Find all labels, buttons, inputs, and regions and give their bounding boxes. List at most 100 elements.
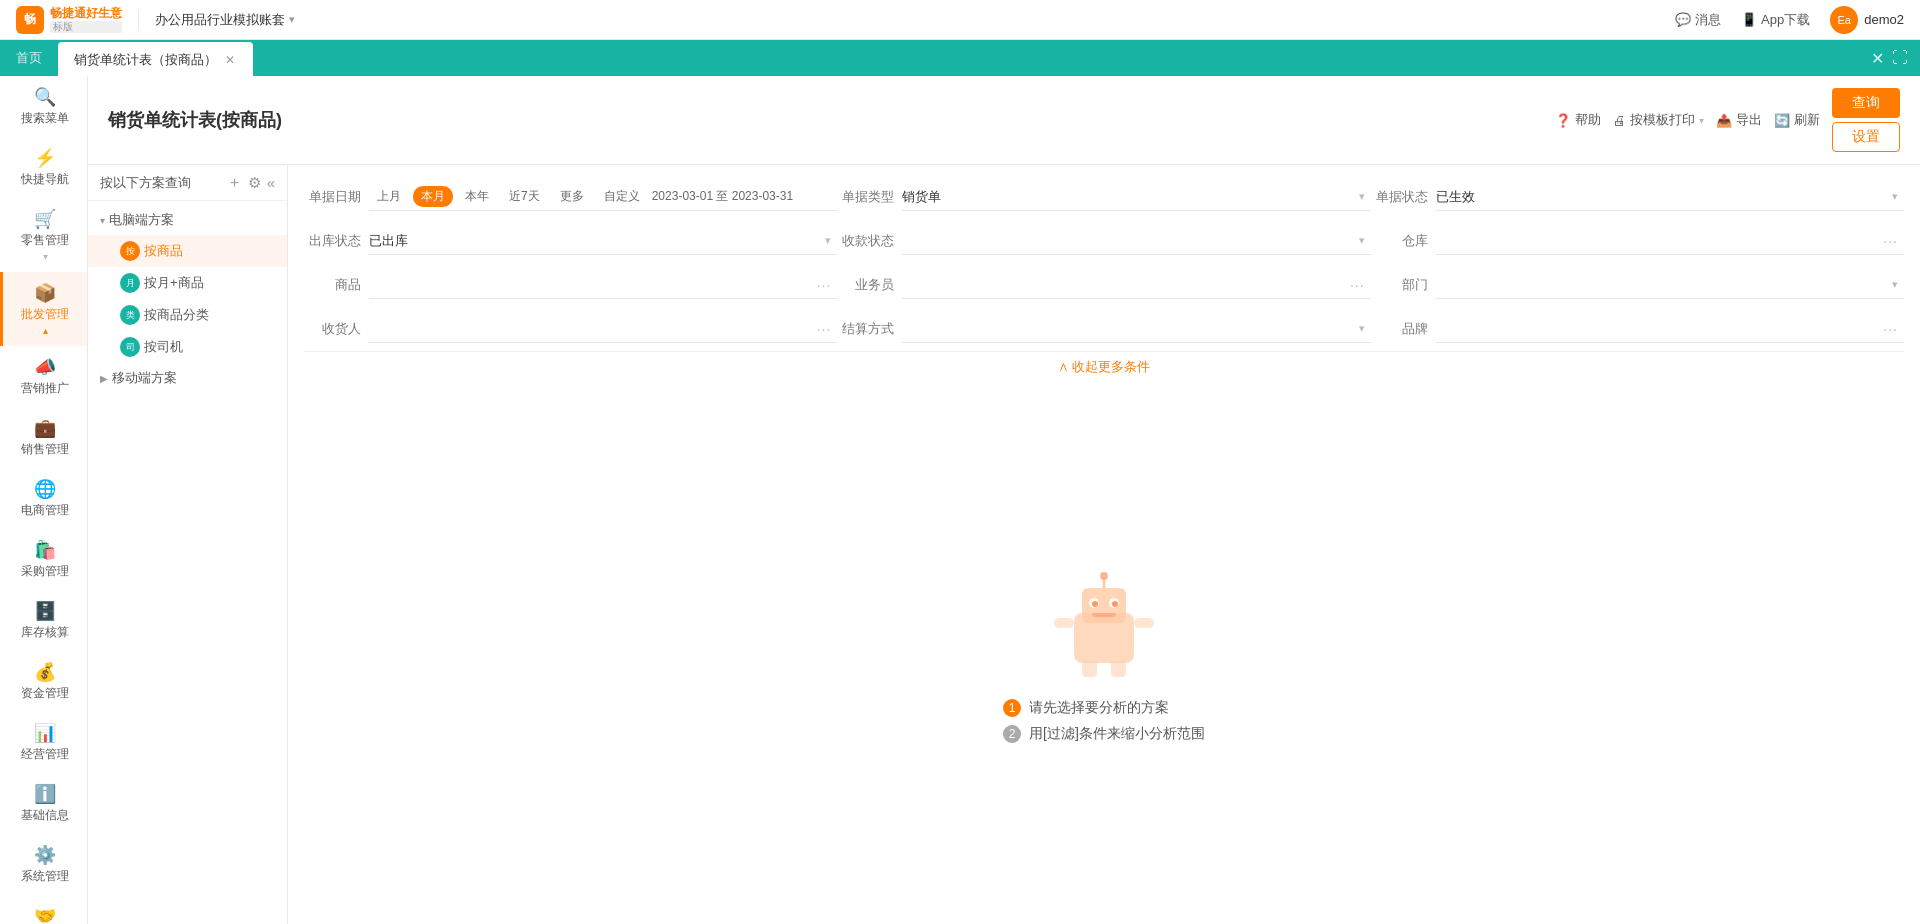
tip-num-1: 1 bbox=[1003, 699, 1021, 717]
filter-row-4: 收货人 ··· 结算方式 ▾ bbox=[304, 307, 1904, 351]
marketing-icon: 📣 bbox=[34, 356, 56, 378]
dept-cell: 部门 ▾ bbox=[1371, 263, 1904, 307]
dept-arrow-icon: ▾ bbox=[1892, 278, 1898, 291]
export-btn[interactable]: 📤 导出 bbox=[1716, 111, 1762, 129]
tree-item-by-month-product[interactable]: 月 按月+商品 bbox=[88, 267, 287, 299]
brand-control[interactable]: ··· bbox=[1436, 315, 1904, 343]
sidebar-item-marketing[interactable]: 📣 营销推广 bbox=[0, 346, 87, 407]
tab-bar: 首页 销货单统计表（按商品） ✕ ✕ ⛶ bbox=[0, 40, 1920, 76]
sidebar-item-system[interactable]: ⚙️ 系统管理 bbox=[0, 834, 87, 895]
sidebar-item-ecommerce[interactable]: 🌐 电商管理 bbox=[0, 468, 87, 529]
date-filter-control[interactable]: 上月 本月 本年 近7天 更多 自定义 2023-03-01 至 2023-03… bbox=[369, 183, 837, 211]
recipient-control[interactable]: ··· bbox=[369, 315, 837, 343]
workspace-name: 办公用品行业模拟账套 bbox=[155, 11, 285, 29]
settings-scheme-icon[interactable]: ⚙ bbox=[248, 174, 261, 192]
doc-type-cell: 单据类型 销货单 ▾ bbox=[837, 175, 1370, 219]
action-buttons: 查询 设置 bbox=[1832, 88, 1900, 152]
payment-method-control[interactable]: ▾ bbox=[902, 315, 1370, 343]
pill-last-7[interactable]: 近7天 bbox=[501, 186, 548, 207]
tree-section: ▾ 电脑端方案 按 按商品 月 按月+商品 类 bbox=[88, 201, 287, 397]
tree-item-by-printer[interactable]: 司 按司机 bbox=[88, 331, 287, 363]
svg-point-8 bbox=[1100, 572, 1108, 580]
product-dots-icon: ··· bbox=[817, 277, 832, 293]
pill-more[interactable]: 更多 bbox=[552, 186, 592, 207]
refresh-btn[interactable]: 🔄 刷新 bbox=[1774, 111, 1820, 129]
sidebar-item-wholesale[interactable]: 📦 批发管理 ▴ bbox=[0, 272, 87, 346]
sidebar-item-basic-info[interactable]: ℹ️ 基础信息 bbox=[0, 773, 87, 834]
svg-rect-6 bbox=[1092, 613, 1116, 617]
header-divider bbox=[138, 10, 139, 30]
doc-status-control[interactable]: 已生效 ▾ bbox=[1436, 183, 1904, 211]
phone-icon: 📱 bbox=[1741, 12, 1757, 27]
pill-this-year[interactable]: 本年 bbox=[457, 186, 497, 207]
message-action[interactable]: 💬 消息 bbox=[1675, 11, 1721, 29]
tree-group-desktop[interactable]: ▾ 电脑端方案 bbox=[88, 205, 287, 235]
collapse-panel-icon[interactable]: « bbox=[267, 174, 275, 191]
empty-state: 1 请先选择要分析的方案 2 用[过滤]条件来缩小分析范围 bbox=[288, 382, 1920, 924]
sidebar-item-enterprise[interactable]: 🤝 企业协同 bbox=[0, 895, 87, 924]
svg-rect-12 bbox=[1111, 661, 1126, 677]
warehouse-cell: 仓库 ··· bbox=[1371, 219, 1904, 263]
empty-tip-1: 1 请先选择要分析的方案 bbox=[1003, 699, 1205, 717]
window-maximize-btn[interactable]: ⛶ bbox=[1892, 49, 1908, 68]
mobile-expand-icon: ▶ bbox=[100, 373, 108, 384]
pill-last-month[interactable]: 上月 bbox=[369, 186, 409, 207]
tree-item-by-product[interactable]: 按 按商品 bbox=[88, 235, 287, 267]
sidebar-item-operations[interactable]: 📊 经营管理 bbox=[0, 712, 87, 773]
search-menu-icon: 🔍 bbox=[34, 86, 56, 108]
brand-name: 畅捷通好生意 bbox=[50, 6, 122, 20]
user-area[interactable]: Ea demo2 bbox=[1830, 6, 1904, 34]
add-scheme-icon[interactable]: ＋ bbox=[227, 173, 242, 192]
collapse-bar[interactable]: ∧ 收起更多条件 bbox=[304, 351, 1904, 382]
svg-rect-10 bbox=[1134, 618, 1154, 628]
retail-icon: 🛒 bbox=[34, 208, 56, 230]
product-control[interactable]: ··· bbox=[369, 271, 837, 299]
help-btn[interactable]: ❓ 帮助 bbox=[1555, 111, 1601, 129]
doc-status-cell: 单据状态 已生效 ▾ bbox=[1371, 175, 1904, 219]
print-dropdown-icon: ▾ bbox=[1699, 115, 1704, 126]
print-template-btn[interactable]: 🖨 按模板打印 ▾ bbox=[1613, 111, 1704, 129]
settings-button[interactable]: 设置 bbox=[1832, 122, 1900, 152]
by-product-icon: 按 bbox=[120, 241, 140, 261]
recipient-dots-icon: ··· bbox=[817, 321, 832, 337]
warehouse-status-arrow-icon: ▾ bbox=[825, 234, 831, 247]
wholesale-expand-icon: ▴ bbox=[43, 325, 48, 336]
salesperson-control[interactable]: ··· bbox=[902, 271, 1370, 299]
doc-type-control[interactable]: 销货单 ▾ bbox=[902, 183, 1370, 211]
tab-home[interactable]: 首页 bbox=[0, 40, 58, 76]
sidebar-item-sales[interactable]: 💼 销售管理 bbox=[0, 407, 87, 468]
top-header: 畅 畅捷通好生意 标版 办公用品行业模拟账套 ▾ 💬 消息 📱 App下载 bbox=[0, 0, 1920, 40]
workspace-selector[interactable]: 办公用品行业模拟账套 ▾ bbox=[155, 11, 295, 29]
retail-expand-icon: ▾ bbox=[43, 251, 48, 262]
tab-close-icon[interactable]: ✕ bbox=[223, 51, 237, 69]
quick-nav-icon: ⚡ bbox=[34, 147, 56, 169]
sidebar-item-finance[interactable]: 💰 资金管理 bbox=[0, 651, 87, 712]
tree-item-by-category[interactable]: 类 按商品分类 bbox=[88, 299, 287, 331]
warehouse-control[interactable]: ··· bbox=[1436, 227, 1904, 255]
payment-status-control[interactable]: ▾ bbox=[902, 227, 1370, 255]
sidebar-item-purchase[interactable]: 🛍️ 采购管理 bbox=[0, 529, 87, 590]
query-button[interactable]: 查询 bbox=[1832, 88, 1900, 118]
sidebar-item-quick-nav[interactable]: ⚡ 快捷导航 bbox=[0, 137, 87, 198]
date-range-value: 2023-03-01 至 2023-03-31 bbox=[652, 188, 793, 205]
pill-custom[interactable]: 自定义 bbox=[596, 186, 648, 207]
sales-icon: 💼 bbox=[34, 417, 56, 439]
basic-info-icon: ℹ️ bbox=[34, 783, 56, 805]
enterprise-icon: 🤝 bbox=[34, 905, 56, 924]
sidebar-item-search-menu[interactable]: 🔍 搜索菜单 bbox=[0, 76, 87, 137]
sidebar-item-retail[interactable]: 🛒 零售管理 ▾ bbox=[0, 198, 87, 272]
date-filter-cell: 单据日期 上月 本月 本年 近7天 更多 自定义 bbox=[304, 175, 837, 219]
tab-sales-report[interactable]: 销货单统计表（按商品） ✕ bbox=[58, 42, 253, 78]
sidebar-item-inventory[interactable]: 🗄️ 库存核算 bbox=[0, 590, 87, 651]
empty-illustration bbox=[1044, 563, 1164, 683]
app-download-action[interactable]: 📱 App下载 bbox=[1741, 11, 1810, 29]
brand-label: 标版 bbox=[50, 21, 122, 33]
payment-status-arrow-icon: ▾ bbox=[1359, 234, 1365, 247]
page-header: 销货单统计表(按商品) ❓ 帮助 🖨 按模板打印 ▾ 📤 导出 bbox=[88, 76, 1920, 165]
pill-this-month[interactable]: 本月 bbox=[413, 186, 453, 207]
window-close-btn[interactable]: ✕ bbox=[1871, 49, 1884, 68]
dept-control[interactable]: ▾ bbox=[1436, 271, 1904, 299]
warehouse-status-control[interactable]: 已出库 ▾ bbox=[369, 227, 837, 255]
username: demo2 bbox=[1864, 12, 1904, 27]
tree-group-mobile[interactable]: ▶ 移动端方案 bbox=[88, 363, 287, 393]
